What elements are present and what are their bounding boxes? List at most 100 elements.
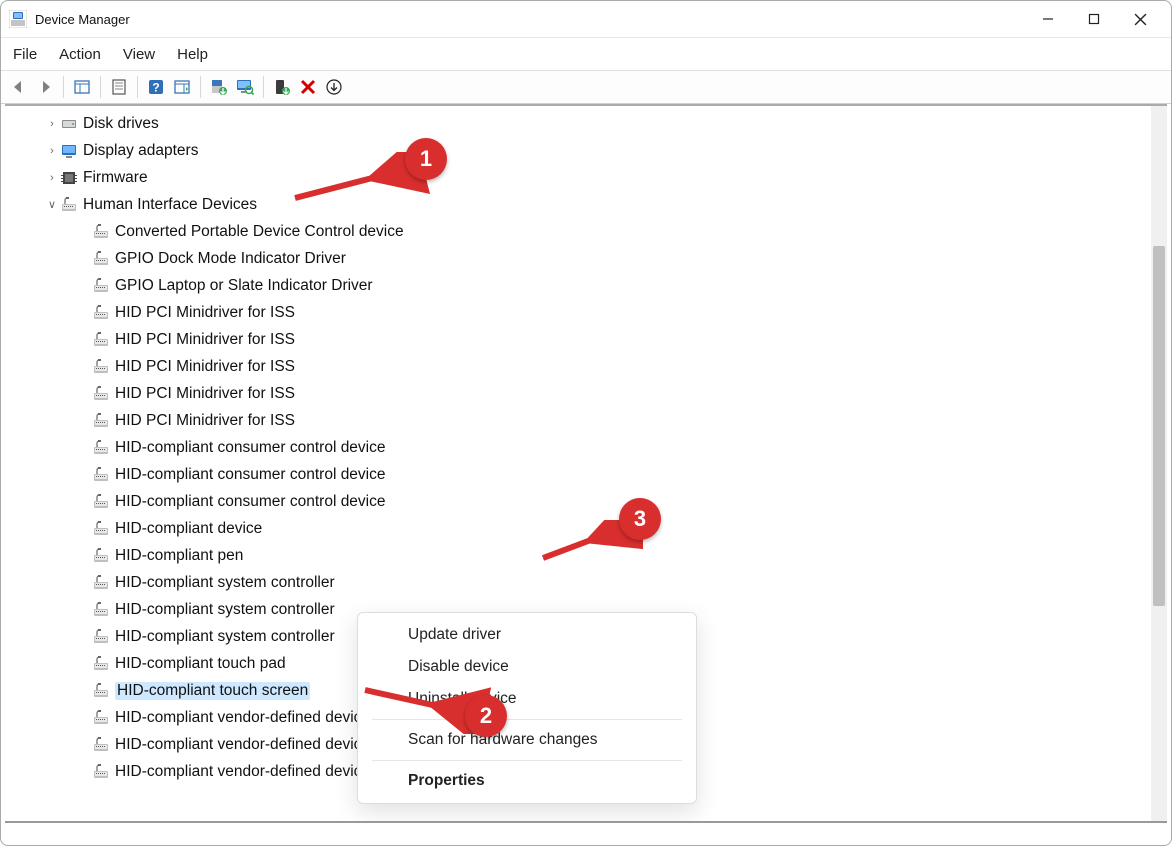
chevron-right-icon[interactable]: › [43,145,61,157]
tree-category[interactable]: › Display adapters [5,137,1151,164]
device-icon [93,575,109,591]
context-menu-item[interactable]: Uninstall device [358,683,696,715]
minimize-icon [1042,13,1054,25]
chevron-right-icon[interactable]: › [43,118,61,130]
properties-button[interactable] [107,75,131,99]
annotation-badge-2: 2 [465,695,507,737]
down-arrow-circle-icon [325,78,343,96]
tree-category[interactable]: ›Disk drives [5,110,1151,137]
back-button[interactable] [7,75,31,99]
tree-item-label: Converted Portable Device Control device [115,223,404,241]
tree-item-label: HID-compliant consumer control device [115,439,386,457]
device-icon [93,548,109,564]
device-icon [93,494,109,510]
tree-item[interactable]: HID PCI Minidriver for ISS [5,380,1151,407]
tree-category-label: Display adapters [83,142,198,160]
device-icon [93,413,109,429]
minimize-button[interactable] [1025,1,1071,37]
titlebar: Device Manager [1,1,1171,37]
tree-item-label: HID-compliant vendor-defined device [115,763,370,781]
tree-item-label: HID PCI Minidriver for ISS [115,412,295,430]
tree-item-label: HID-compliant touch pad [115,655,286,673]
properties-icon [110,78,128,96]
tree-item[interactable]: HID PCI Minidriver for ISS [5,353,1151,380]
device-icon [93,656,109,672]
scroll-thumb[interactable] [1153,246,1165,606]
tree-item-label: HID-compliant touch screen [115,682,310,700]
context-menu: Update driverDisable deviceUninstall dev… [357,612,697,804]
tree-item-label: HID PCI Minidriver for ISS [115,331,295,349]
console-tree-icon [73,78,91,96]
context-menu-separator [372,760,682,761]
tree-item[interactable]: HID PCI Minidriver for ISS [5,299,1151,326]
pane-icon [173,78,191,96]
tree-category-label: Firmware [83,169,148,187]
help-button[interactable]: ? [144,75,168,99]
tree-item-label: GPIO Laptop or Slate Indicator Driver [115,277,373,295]
context-menu-item[interactable]: Scan for hardware changes [358,724,696,756]
close-icon [1134,13,1147,26]
tree-item[interactable]: HID-compliant device [5,515,1151,542]
chevron-right-icon[interactable]: › [43,172,61,184]
tree-item-label: HID-compliant system controller [115,628,335,646]
tree-item[interactable]: HID-compliant consumer control device [5,461,1151,488]
tree-item-label: HID-compliant system controller [115,574,335,592]
tree-item[interactable]: HID PCI Minidriver for ISS [5,407,1151,434]
tree-category-label: Human Interface Devices [83,196,257,214]
tree-item[interactable]: HID PCI Minidriver for ISS [5,326,1151,353]
tree-item-label: HID-compliant pen [115,547,243,565]
enable-icon [273,78,291,96]
show-hide-console-tree-button[interactable] [70,75,94,99]
device-manager-window: Device Manager File Action View Help [0,0,1172,846]
monitor-scan-icon [236,78,254,96]
vertical-scrollbar[interactable] [1151,106,1167,821]
tree-item[interactable]: HID-compliant pen [5,542,1151,569]
chevron-down-icon[interactable]: ∨ [43,198,61,211]
tree-item[interactable]: GPIO Laptop or Slate Indicator Driver [5,272,1151,299]
device-icon [93,467,109,483]
device-icon [93,710,109,726]
context-menu-item[interactable]: Properties [358,765,696,797]
window-title: Device Manager [35,12,130,27]
menu-help[interactable]: Help [177,46,208,63]
device-icon [93,602,109,618]
uninstall-device-button[interactable] [296,75,320,99]
tree-item[interactable]: HID-compliant consumer control device [5,488,1151,515]
enable-device-button[interactable] [270,75,294,99]
category-icon [61,143,77,159]
tree-item[interactable]: GPIO Dock Mode Indicator Driver [5,245,1151,272]
close-button[interactable] [1117,1,1163,37]
annotation-badge-1: 1 [405,138,447,180]
menu-action[interactable]: Action [59,46,101,63]
category-icon [61,170,77,186]
maximize-button[interactable] [1071,1,1117,37]
context-menu-item[interactable]: Update driver [358,619,696,651]
red-x-icon [299,78,317,96]
tree-item[interactable]: HID-compliant system controller [5,569,1151,596]
action-pane-button[interactable] [170,75,194,99]
device-icon [93,305,109,321]
forward-button[interactable] [33,75,57,99]
tree-item-label: HID-compliant device [115,520,262,538]
maximize-icon [1088,13,1100,25]
device-icon [93,683,109,699]
scan-hardware-button[interactable] [233,75,257,99]
svg-text:?: ? [152,81,159,95]
tree-item[interactable]: Converted Portable Device Control device [5,218,1151,245]
tree-item-label: HID-compliant consumer control device [115,493,386,511]
update-driver-button[interactable] [207,75,231,99]
disable-device-button[interactable] [322,75,346,99]
tree-item[interactable]: HID-compliant consumer control device [5,434,1151,461]
device-icon [93,278,109,294]
menu-file[interactable]: File [13,46,37,63]
device-icon [93,251,109,267]
device-icon [93,764,109,780]
menu-view[interactable]: View [123,46,155,63]
tree-category[interactable]: › Firmware [5,164,1151,191]
arrow-left-icon [10,78,28,96]
tree-item-label: HID-compliant vendor-defined device [115,709,370,727]
device-icon [93,386,109,402]
arrow-right-icon [36,78,54,96]
tree-category[interactable]: ∨ Human Interface Devices [5,191,1151,218]
context-menu-item[interactable]: Disable device [358,651,696,683]
